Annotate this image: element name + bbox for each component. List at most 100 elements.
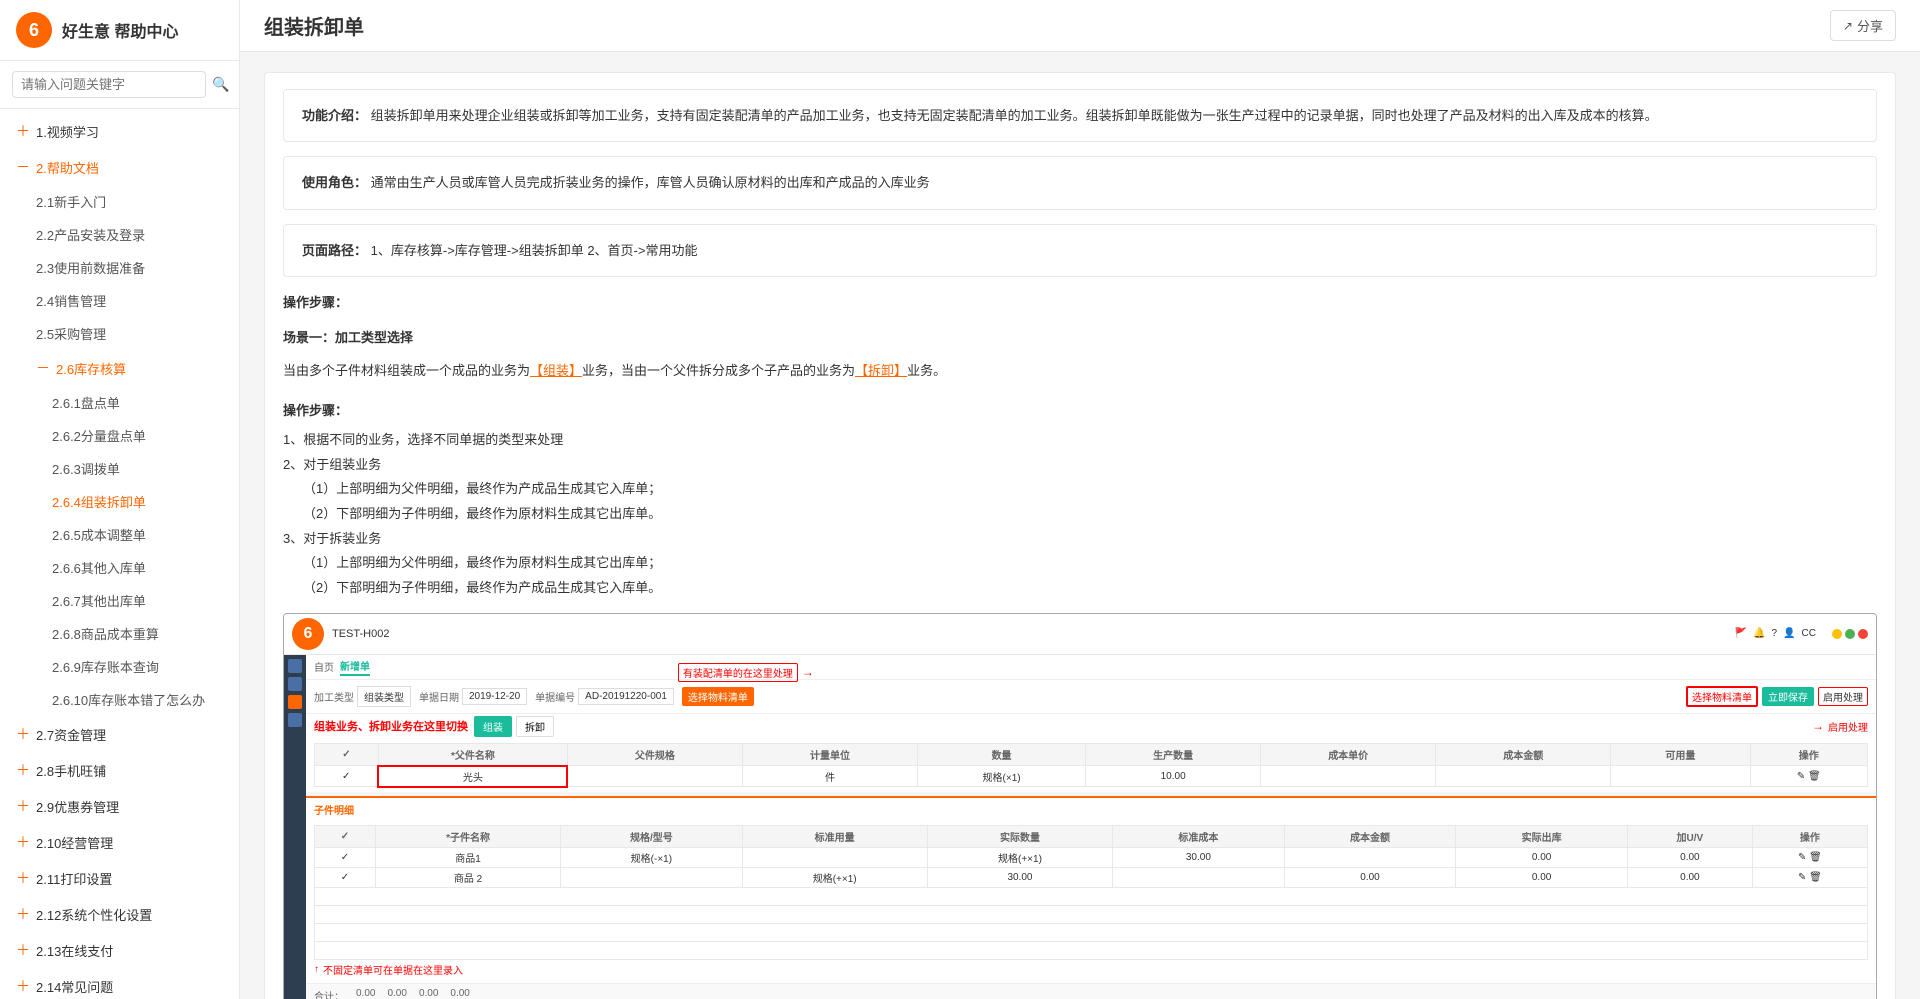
cell-cost-amt <box>1284 847 1456 867</box>
scenario1-desc: 当由多个子件材料组装成一个成品的业务为【组装】业务，当由一个父件拆分成多个子产品… <box>283 359 1877 384</box>
sidebar-sub-item-sales[interactable]: 2.4销售管理 <box>0 284 239 317</box>
step2-sub1: （1）上部明细为父件明细，最终作为产成品生成其它入库单； <box>283 477 1877 502</box>
sidebar: 6 好生意 帮助中心 🔍 ＋ 1.视频学习 － 2.帮助文档 2.1新手入门 2… <box>0 0 240 999</box>
col-std-cost: 标准成本 <box>1113 825 1285 847</box>
no-label: 单据编号 <box>535 689 575 704</box>
sidebar-item-custom[interactable]: ＋ 2.12系统个性化设置 <box>0 896 239 932</box>
sidebar-sub-item-data-prep[interactable]: 2.3使用前数据准备 <box>0 251 239 284</box>
logo-icon: 6 <box>16 12 52 48</box>
share-button[interactable]: ↗ 分享 <box>1830 10 1896 41</box>
expand-icon: ＋ <box>16 121 30 141</box>
sidebar-item-print[interactable]: ＋ 2.11打印设置 <box>0 860 239 896</box>
date-label: 单据日期 <box>419 689 459 704</box>
cell-std-qty: 规格(+×1) <box>742 867 927 887</box>
sidebar-item-label: 2.帮助文档 <box>36 158 99 177</box>
child-table-area: ✓ *子件名称 规格/型号 标准用量 实际数量 标准成本 成本金额 实际出库 加 <box>306 821 1876 983</box>
expand-icon: ＋ <box>16 904 30 924</box>
parent-table: ✓ *父件名称 父件规格 计量单位 数量 生产数量 成本单价 成本金额 可用量 <box>314 743 1868 788</box>
expand-icon: ＋ <box>16 724 30 744</box>
type-switch-buttons: 组装 拆卸 <box>474 716 554 737</box>
sidebar-item-label: 2.13在线支付 <box>36 941 113 960</box>
expand-icon: ＋ <box>16 832 30 852</box>
minimize-icon <box>1832 629 1842 639</box>
confirm-area: 选择物料清单 立即保存 启用处理 <box>1686 686 1868 707</box>
sidebar-item-coupon[interactable]: ＋ 2.9优惠券管理 <box>0 788 239 824</box>
col-op: 操作 <box>1750 743 1867 766</box>
site-title: 好生意 帮助中心 <box>62 18 178 42</box>
sidebar-sub-item-assembly[interactable]: 2.6.4组装拆卸单 <box>0 485 239 518</box>
footer-val3: 0.00 <box>419 988 438 999</box>
cell-checkbox: ✓ <box>315 847 376 867</box>
sidebar-sub-item-cost-adjust[interactable]: 2.6.5成本调整单 <box>0 518 239 551</box>
form-type-field: 加工类型 组装类型 <box>314 686 411 707</box>
bom-select-button[interactable]: 选择物料清单 <box>682 687 754 706</box>
collapse-icon: － <box>16 157 30 177</box>
search-icon[interactable]: 🔍 <box>212 76 229 93</box>
col-qty: 数量 <box>918 743 1086 766</box>
col-available: 可用量 <box>1611 743 1750 766</box>
highlight-assembly: 【组装】 <box>530 363 582 378</box>
path-text: 1、库存核算->库存管理->组装拆卸单 2、首页->常用功能 <box>371 243 698 258</box>
sidebar-sub-item-other-in[interactable]: 2.6.6其他入库单 <box>0 551 239 584</box>
sidebar-item-docs[interactable]: － 2.帮助文档 <box>0 149 239 185</box>
arrow-right-icon: → <box>1812 719 1824 733</box>
sidebar-item-video[interactable]: ＋ 1.视频学习 <box>0 113 239 149</box>
sidebar-sub-item-ledger-fix[interactable]: 2.6.10库存账本错了怎么办 <box>0 683 239 716</box>
col-std-qty: 标准用量 <box>742 825 927 847</box>
sidebar-sub-item-partial-stock[interactable]: 2.6.2分量盘点单 <box>0 419 239 452</box>
switch-annotation: 组装业务、拆卸业务在这里切换 <box>314 718 468 734</box>
cell-qty: 规格(×1) <box>918 766 1086 787</box>
cell-uv: 0.00 <box>1627 867 1752 887</box>
table-row <box>315 887 1868 905</box>
cell-op2: ✎ 🗑 <box>1752 847 1867 867</box>
sidebar-sub-item-ledger[interactable]: 2.6.9库存账本查询 <box>0 650 239 683</box>
cell-child-spec <box>561 867 742 887</box>
expand-icon: ＋ <box>16 796 30 816</box>
role-text: 通常由生产人员或库管人员完成折装业务的操作，库管人员确认原材料的出库和产成品的入… <box>371 175 930 190</box>
app-icon-flag: 🚩 <box>1735 628 1747 639</box>
sidebar-sub-item-install[interactable]: 2.2产品安装及登录 <box>0 218 239 251</box>
main-content: 组装拆卸单 ↗ 分享 功能介绍： 组装拆卸单用来处理企业组装或拆卸等加工业务，支… <box>240 0 1920 999</box>
app-icon-cc: CC <box>1802 628 1816 639</box>
path-label: 页面路径： <box>302 243 367 258</box>
confirm-label: 选择物料清单 <box>1686 686 1758 707</box>
sidebar-item-mobile[interactable]: ＋ 2.8手机旺铺 <box>0 752 239 788</box>
col-parent-name: *父件名称 <box>378 743 567 766</box>
sidebar-sub-item-purchase[interactable]: 2.5采购管理 <box>0 317 239 350</box>
cell-child-spec: 规格(-×1) <box>561 847 742 867</box>
sidebar-item-faq[interactable]: ＋ 2.14常见问题 <box>0 968 239 999</box>
arrow-icon: → <box>802 665 814 679</box>
col-actual-out: 实际出库 <box>1456 825 1628 847</box>
sidebar-sub-item-stocktake[interactable]: 2.6.1盘点单 <box>0 386 239 419</box>
cell-prod-qty: 10.00 <box>1086 766 1261 787</box>
content-body: 功能介绍： 组装拆卸单用来处理企业组装或拆卸等加工业务，支持有固定装配清单的产品… <box>264 72 1896 999</box>
cell-checkbox: ✓ <box>315 867 376 887</box>
sidebar-sub-item-other-out[interactable]: 2.6.7其他出库单 <box>0 584 239 617</box>
sidebar-item-finance[interactable]: ＋ 2.7资金管理 <box>0 716 239 752</box>
ops-title: 操作步骤： <box>283 291 1877 316</box>
bom-area: 选择物料清单 有装配清单的在这里处理 → <box>682 687 754 706</box>
cell-unit: 件 <box>742 766 917 787</box>
sidebar-sub-item-newbie[interactable]: 2.1新手入门 <box>0 185 239 218</box>
assembly-btn[interactable]: 组装 <box>474 716 512 737</box>
bottom-annotation-area: ↑ 不固定清单可在单据在这里录入 <box>314 960 1868 979</box>
cell-parent-name: 光头 <box>378 766 567 787</box>
save-button[interactable]: 立即保存 <box>1762 687 1814 706</box>
search-box: 🔍 <box>0 61 239 109</box>
sidebar-item-ops[interactable]: ＋ 2.10经营管理 <box>0 824 239 860</box>
sidebar-sub-item-cost-recalc[interactable]: 2.6.8商品成本重算 <box>0 617 239 650</box>
sidebar-sub-item-transfer[interactable]: 2.6.3调拨单 <box>0 452 239 485</box>
page-title: 组装拆卸单 <box>264 11 364 40</box>
date-value: 2019-12-20 <box>462 688 527 705</box>
sidebar-item-inventory[interactable]: － 2.6库存核算 <box>0 350 239 386</box>
disassembly-btn[interactable]: 拆卸 <box>516 716 554 737</box>
intro-block: 功能介绍： 组装拆卸单用来处理企业组装或拆卸等加工业务，支持有固定装配清单的产品… <box>283 89 1877 142</box>
sidebar-icon-2 <box>288 677 302 691</box>
search-input[interactable] <box>12 71 206 98</box>
app-left-sidebar <box>284 655 306 999</box>
collapse-icon: － <box>36 358 50 378</box>
sidebar-item-payment[interactable]: ＋ 2.13在线支付 <box>0 932 239 968</box>
expand-icon: ＋ <box>16 940 30 960</box>
col-cost-price: 成本单价 <box>1261 743 1436 766</box>
footer-val4: 0.00 <box>450 988 469 999</box>
